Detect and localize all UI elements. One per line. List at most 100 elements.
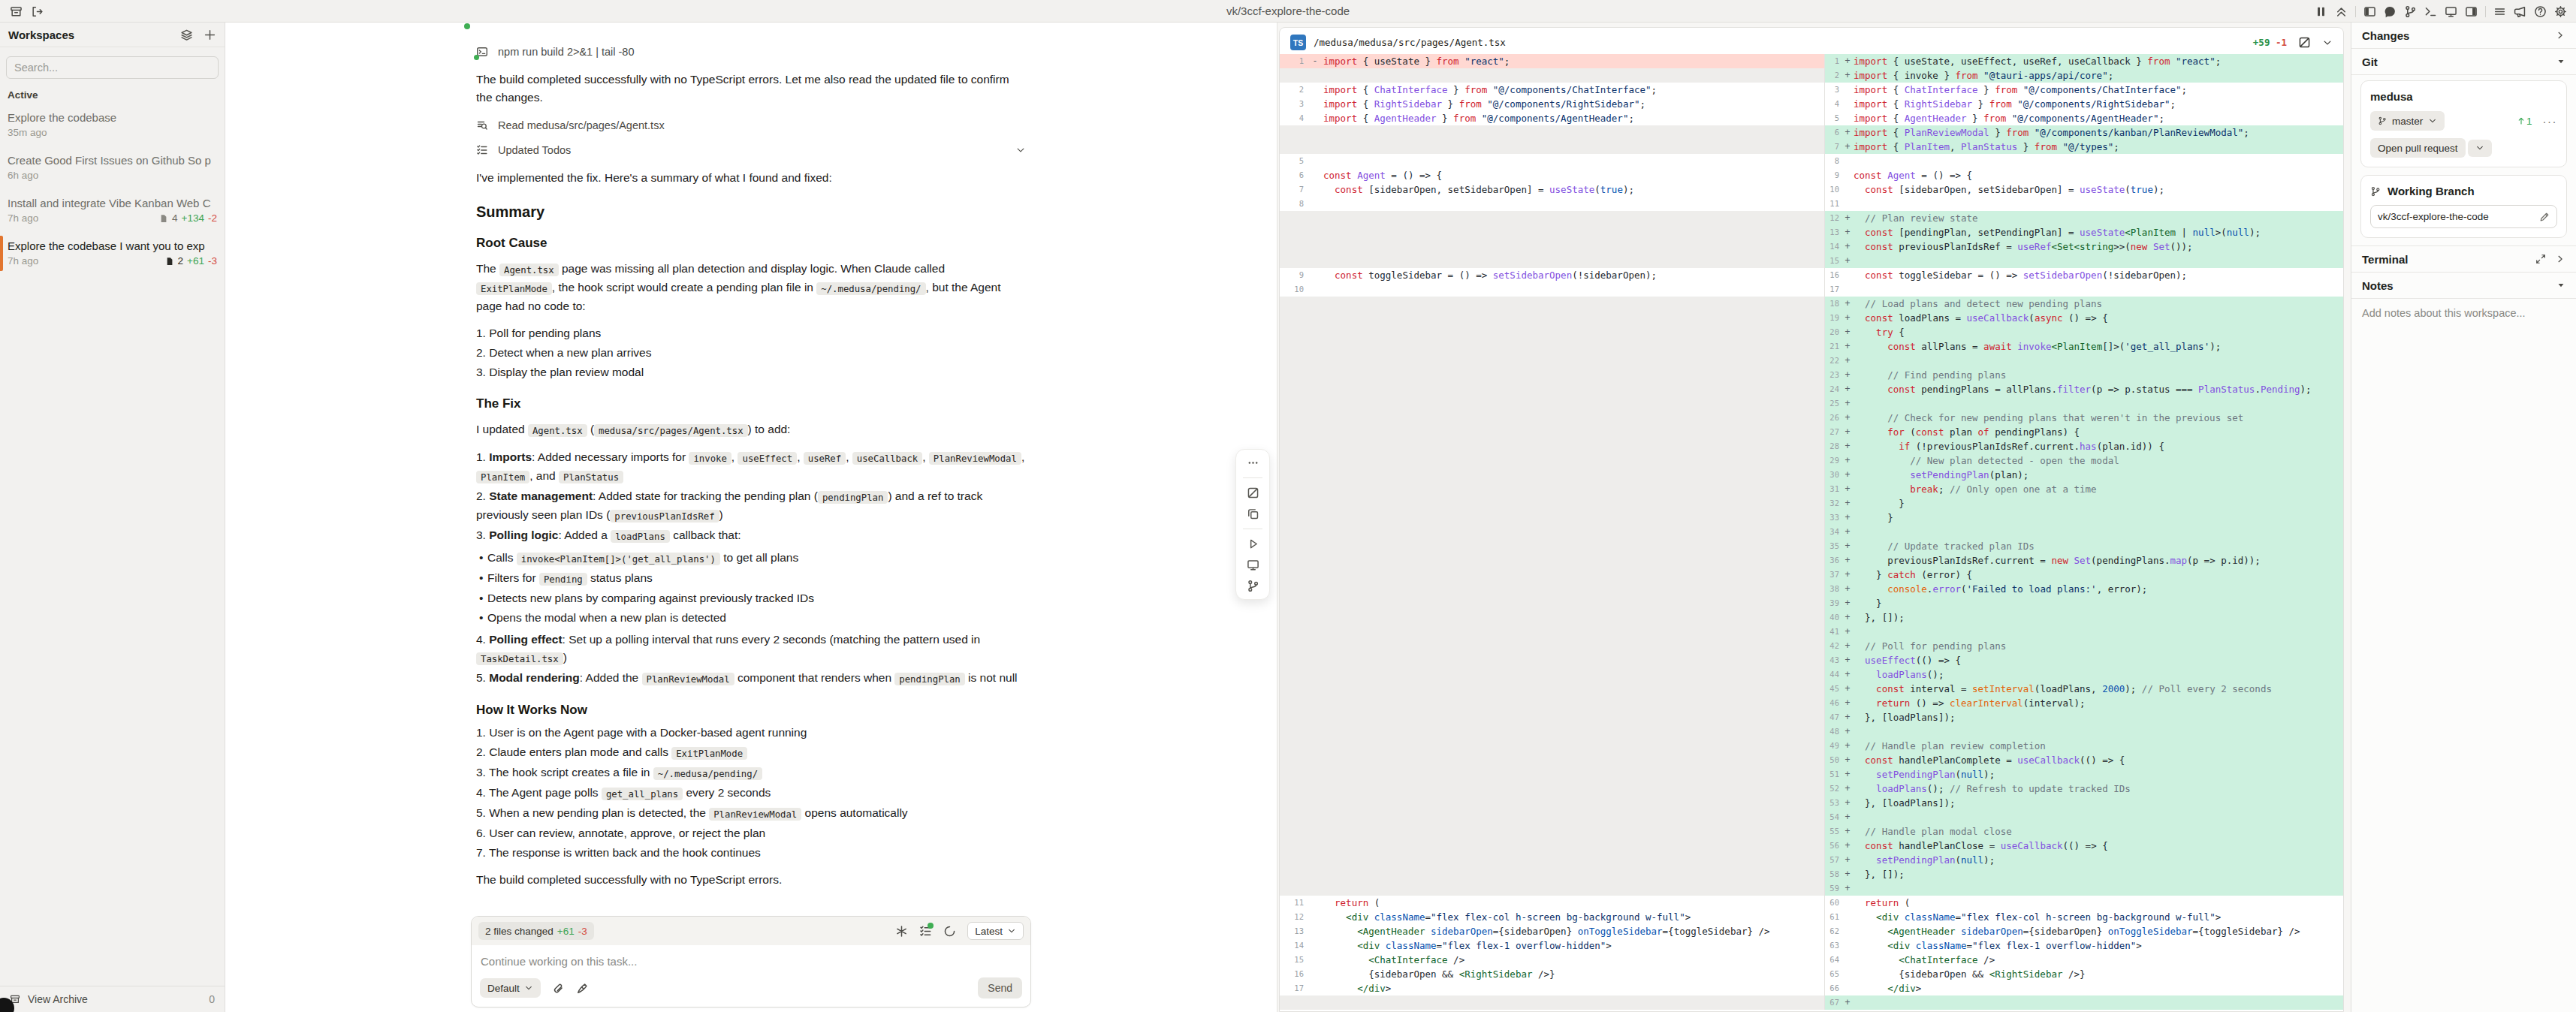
copy-icon[interactable] [1247, 508, 1259, 520]
diff-row: 20+ try { [1280, 325, 2343, 339]
more-options-button[interactable]: ··· [2543, 115, 2558, 128]
menu-icon[interactable] [2493, 5, 2506, 18]
workspace-item[interactable]: Explore the codebase I want you to exp7h… [0, 232, 225, 275]
tool-call-row[interactable]: Updated Todos [476, 144, 1026, 156]
archive-icon[interactable] [10, 5, 23, 18]
terminal-section-header[interactable]: Terminal [2351, 246, 2576, 273]
monitor-icon[interactable] [2445, 5, 2457, 18]
file-path: /medusa/medusa/src/pages/Agent.tsx [1314, 37, 1506, 48]
diff-row: 21+ const allPlans = await invoke<PlanIt… [1280, 339, 2343, 354]
diff-row: 45+ const interval = setInterval(loadPla… [1280, 682, 2343, 696]
message-input[interactable]: Continue working on this task... [472, 945, 1030, 971]
status-dot [464, 23, 470, 29]
tool-call-row[interactable]: Read medusa/src/pages/Agent.tsx [476, 119, 1026, 131]
chevron-right-icon [2555, 30, 2565, 41]
heading: The Fix [476, 396, 1026, 411]
list-item: 2. Claude enters plan mode and calls Exi… [476, 743, 1026, 762]
panel-right-icon[interactable] [2465, 5, 2478, 18]
list-item: 4. The Agent page polls get_all_plans ev… [476, 784, 1026, 803]
git-section-header[interactable]: Git [2351, 49, 2576, 75]
diff-row: 54+ [1280, 810, 2343, 824]
divider [2355, 6, 2356, 17]
search-input[interactable]: Search... [6, 56, 219, 79]
paragraph: I've implemented the fix. Here's a summa… [476, 169, 1026, 187]
pause-icon[interactable] [2315, 5, 2327, 18]
file-icon [159, 214, 168, 223]
diff-row: 33+ } [1280, 511, 2343, 525]
spark-icon[interactable] [895, 925, 908, 938]
send-button[interactable]: Send [978, 977, 1022, 998]
edit-icon[interactable] [2539, 212, 2550, 222]
view-archive-button[interactable]: View Archive 0 [0, 986, 225, 1012]
list-item: 2. State management: Added state for tra… [476, 487, 1026, 525]
branch-icon[interactable] [2404, 5, 2417, 18]
diff-row: 3import { RightSidebar } from "@/compone… [1280, 97, 2343, 111]
expand-icon[interactable] [2535, 254, 2546, 264]
chevrons-up-icon[interactable] [2335, 5, 2348, 18]
diff-row: 38+ console.error('Failed to load plans:… [1280, 582, 2343, 596]
diff-row: 19+ const loadPlans = useCallback(async … [1280, 311, 2343, 325]
diff-slash-icon[interactable] [1247, 486, 1259, 499]
diff-row: 13+ const [pendingPlan, setPendingPlan] … [1280, 225, 2343, 239]
megaphone-icon[interactable] [2514, 5, 2526, 18]
working-branch-input[interactable]: vk/3ccf-explore-the-code [2370, 205, 2557, 228]
workspace-item[interactable]: Explore the codebase35m ago [0, 104, 225, 146]
attach-icon[interactable] [552, 982, 565, 995]
list-item: 4. Polling effect: Set up a polling inte… [476, 631, 1026, 667]
pen-icon[interactable] [576, 982, 589, 995]
help-icon[interactable] [2534, 5, 2547, 18]
dots-h-icon[interactable] [1247, 456, 1259, 469]
diff-row: 2import { ChatInterface } from "@/compon… [1280, 83, 2343, 97]
model-dropdown[interactable]: Default [480, 978, 541, 998]
spinner-icon [943, 925, 956, 938]
chevron-down-icon[interactable] [1015, 145, 1026, 155]
diff-row: 31+ break; // Only open one at a time [1280, 482, 2343, 496]
diff-row: 18+ // Load plans and detect new pending… [1280, 297, 2343, 311]
play-icon[interactable] [1247, 538, 1259, 550]
notes-input[interactable]: Add notes about this workspace... [2351, 299, 2576, 327]
workspace-item[interactable]: Install and integrate Vibe Kanban Web C7… [0, 189, 225, 232]
add-workspace-button[interactable] [204, 29, 216, 41]
panel-left-icon[interactable] [2363, 5, 2376, 18]
notes-section-header[interactable]: Notes [2351, 273, 2576, 299]
diff-view-toggle-icon[interactable] [2298, 36, 2311, 49]
paragraph: The build completed successfully with no… [476, 871, 1026, 889]
git-repo-card: medusa master 1 ··· Open pull request [2360, 80, 2567, 167]
diff-row: 55+ // Handle plan modal close [1280, 824, 2343, 839]
diff-file-card: TS /medusa/medusa/src/pages/Agent.tsx +5… [1279, 27, 2344, 1012]
changes-section-header[interactable]: Changes [2351, 23, 2576, 49]
todos-icon[interactable] [919, 925, 932, 938]
message-icon[interactable] [2384, 5, 2397, 18]
bullet-list: •Calls invoke<PlanItem[]>('get_all_plans… [476, 549, 1026, 627]
monitor-icon[interactable] [1247, 559, 1259, 571]
collapse-right-icon[interactable] [31, 5, 44, 18]
latest-dropdown[interactable]: Latest [967, 922, 1024, 940]
repo-name: medusa [2370, 90, 2557, 103]
pr-options-button[interactable] [2468, 140, 2492, 157]
working-branch-card: Working Branch vk/3ccf-explore-the-code [2360, 175, 2567, 238]
layers-icon[interactable] [180, 29, 193, 41]
diff-row: 6const Agent = () => {9const Agent = () … [1280, 168, 2343, 182]
files-changed-badge[interactable]: 2 files changed +61 -3 [478, 922, 594, 940]
git-branch-icon [2378, 116, 2387, 125]
diff-row: 11 return (60 return ( [1280, 896, 2343, 910]
tool-call-row[interactable]: npm run build 2>&1 | tail -80 [476, 46, 1026, 58]
diff-row: 35+ // Update tracked plan IDs [1280, 539, 2343, 553]
open-pull-request-button[interactable]: Open pull request [2370, 138, 2466, 158]
diff-row: 49+ // Handle plan review completion [1280, 739, 2343, 753]
list-item: 3. The hook script creates a file in ~/.… [476, 764, 1026, 782]
collapse-file-icon[interactable] [2322, 38, 2333, 48]
paragraph: The Agent.tsx page was missing all plan … [476, 260, 1026, 315]
diff-panel: TS /medusa/medusa/src/pages/Agent.tsx +5… [1277, 23, 2351, 1012]
diff-row: 14+ const previousPlanIdsRef = useRef<Se… [1280, 239, 2343, 254]
gear-icon[interactable] [2554, 5, 2567, 18]
branch-icon[interactable] [1247, 580, 1259, 592]
diff-row: 2+import { invoke } from "@tauri-apps/ap… [1280, 68, 2343, 83]
workspace-item[interactable]: Create Good First Issues on Github So p6… [0, 146, 225, 189]
diff-row: 43+ useEffect(() => { [1280, 653, 2343, 667]
terminal-icon[interactable] [2424, 5, 2437, 18]
divider [2485, 6, 2486, 17]
additions-count: +59 [2253, 37, 2270, 48]
branch-dropdown[interactable]: master [2370, 111, 2445, 131]
diff-row: 58 [1280, 154, 2343, 168]
